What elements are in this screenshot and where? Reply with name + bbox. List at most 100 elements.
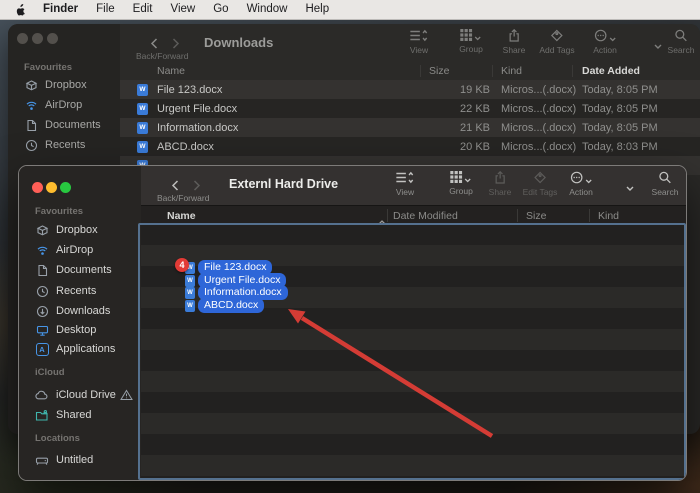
sidebar-item-label: Documents: [45, 119, 101, 131]
sidebar-item-label: iCloud Drive: [56, 389, 116, 401]
sidebar-item-icloud-drive[interactable]: iCloud Drive: [27, 385, 138, 405]
search-button[interactable]: Search: [668, 29, 694, 55]
word-doc-icon: [137, 121, 148, 134]
file-row[interactable]: ABCD.docx 20 KB Micros...(.docx) Today, …: [120, 137, 700, 156]
sidebar-item-shared[interactable]: Shared: [27, 405, 138, 425]
list-stripe: [141, 434, 686, 455]
icloud-icon: [35, 388, 49, 402]
menu-file[interactable]: File: [87, 0, 124, 19]
tag-icon: [550, 29, 563, 42]
minimize-button[interactable]: [46, 182, 57, 193]
shared-folder-icon: [35, 408, 49, 422]
menu-go[interactable]: Go: [204, 0, 237, 19]
menu-help[interactable]: Help: [296, 0, 338, 19]
sidebar-item-dropbox[interactable]: Dropbox: [27, 220, 138, 240]
front-column-headers: Name Date Modified Size Kind: [141, 205, 686, 225]
back-forward-label: Back/Forward: [136, 51, 189, 61]
sidebar-item-label: Shared: [56, 409, 92, 421]
desktop-icon: [35, 323, 49, 337]
sidebar-item-desktop[interactable]: Desktop: [27, 320, 138, 340]
action-icon: [594, 29, 616, 42]
sidebar-item-label: Downloads: [56, 305, 111, 317]
sidebar-item-label: AirDrop: [45, 99, 83, 111]
list-stripe: [141, 371, 686, 392]
column-date-modified[interactable]: Date Modified: [393, 210, 458, 222]
list-stripe: [141, 392, 686, 413]
group-button[interactable]: Group: [459, 29, 483, 54]
action-button[interactable]: Action: [593, 29, 617, 55]
column-size[interactable]: Size: [429, 65, 449, 77]
menu-view[interactable]: View: [162, 0, 205, 19]
sidebar-item-label: Applications: [56, 343, 116, 355]
sidebar-item-downloads[interactable]: Downloads: [27, 301, 138, 321]
overflow-icon[interactable]: [626, 179, 634, 197]
column-kind[interactable]: Kind: [598, 210, 619, 222]
view-button[interactable]: View: [410, 29, 428, 55]
view-icon: [410, 29, 428, 42]
dropbox-icon: [35, 223, 49, 237]
file-row[interactable]: Information.docx 21 KB Micros...(.docx) …: [120, 118, 700, 137]
sidebar-section-favourites: Favourites: [24, 62, 73, 73]
document-icon: [24, 118, 38, 132]
external-hard-drive-window[interactable]: Favourites Dropbox AirDrop Documents Rec…: [18, 165, 687, 481]
file-row[interactable]: Urgent File.docx 22 KB Micros...(.docx) …: [120, 99, 700, 118]
menu-window[interactable]: Window: [238, 0, 297, 19]
airdrop-icon: [24, 98, 38, 112]
action-button[interactable]: Action: [569, 171, 593, 197]
column-name[interactable]: Name: [157, 65, 185, 77]
file-row[interactable]: File 123.docx 19 KB Micros...(.docx) Tod…: [120, 80, 700, 99]
menu-edit[interactable]: Edit: [124, 0, 162, 19]
share-icon: [509, 29, 520, 42]
sidebar-item-airdrop[interactable]: AirDrop: [27, 240, 138, 260]
sidebar-item-label: Recents: [45, 139, 86, 151]
close-button[interactable]: [32, 182, 43, 193]
column-kind[interactable]: Kind: [501, 65, 522, 77]
minimize-button[interactable]: [32, 33, 43, 44]
sidebar-item-label: AirDrop: [56, 244, 94, 256]
menu-bar: Finder File Edit View Go Window Help: [0, 0, 700, 20]
apple-menu-icon[interactable]: [14, 3, 26, 17]
sidebar-item-label: Documents: [56, 264, 112, 276]
add-tags-button[interactable]: Add Tags: [539, 29, 575, 55]
zoom-button[interactable]: [47, 33, 58, 44]
sidebar-item-documents[interactable]: Documents: [16, 115, 117, 135]
downloads-column-headers: Name Size Kind Date Added: [120, 62, 700, 81]
share-button[interactable]: Share: [503, 29, 525, 55]
search-button[interactable]: Search: [652, 171, 678, 197]
list-stripe: [141, 476, 686, 480]
downloads-icon: [35, 304, 49, 318]
share-button[interactable]: Share: [489, 171, 511, 197]
group-icon: [450, 171, 472, 183]
list-stripe: [141, 329, 686, 350]
zoom-button[interactable]: [60, 182, 71, 193]
sidebar-item-label: Untitled: [56, 454, 94, 466]
word-doc-icon: [185, 286, 195, 299]
sidebar-item-recents[interactable]: Recents: [27, 281, 138, 301]
desktop: Finder File Edit View Go Window Help Fav…: [0, 0, 700, 493]
word-doc-icon: [137, 83, 148, 96]
sidebar-item-dropbox[interactable]: Dropbox: [16, 75, 117, 95]
list-stripe: [141, 413, 686, 434]
view-button[interactable]: View: [396, 171, 414, 197]
menu-finder[interactable]: Finder: [34, 0, 87, 19]
overflow-icon[interactable]: [654, 37, 662, 55]
warning-icon: [119, 388, 133, 402]
sidebar-item-recents[interactable]: Recents: [16, 135, 117, 155]
column-size[interactable]: Size: [526, 210, 546, 222]
airdrop-icon: [35, 243, 49, 257]
column-date-added[interactable]: Date Added: [582, 65, 640, 77]
sidebar-item-applications[interactable]: Applications: [27, 339, 138, 359]
clock-icon: [35, 284, 49, 298]
sidebar-item-documents[interactable]: Documents: [27, 260, 138, 280]
sidebar-item-airdrop[interactable]: AirDrop: [16, 95, 117, 115]
column-name[interactable]: Name: [167, 210, 196, 222]
sidebar-item-untitled[interactable]: Untitled: [27, 450, 138, 470]
group-button[interactable]: Group: [449, 171, 473, 196]
list-stripe: [141, 350, 686, 371]
dragged-file[interactable]: ABCD.docx: [185, 298, 265, 313]
edit-tags-button[interactable]: Edit Tags: [523, 171, 557, 197]
close-button[interactable]: [17, 33, 28, 44]
downloads-toolbar: Back/Forward Downloads View Group Share …: [120, 24, 700, 62]
word-doc-icon: [185, 299, 195, 312]
search-icon: [675, 29, 688, 42]
